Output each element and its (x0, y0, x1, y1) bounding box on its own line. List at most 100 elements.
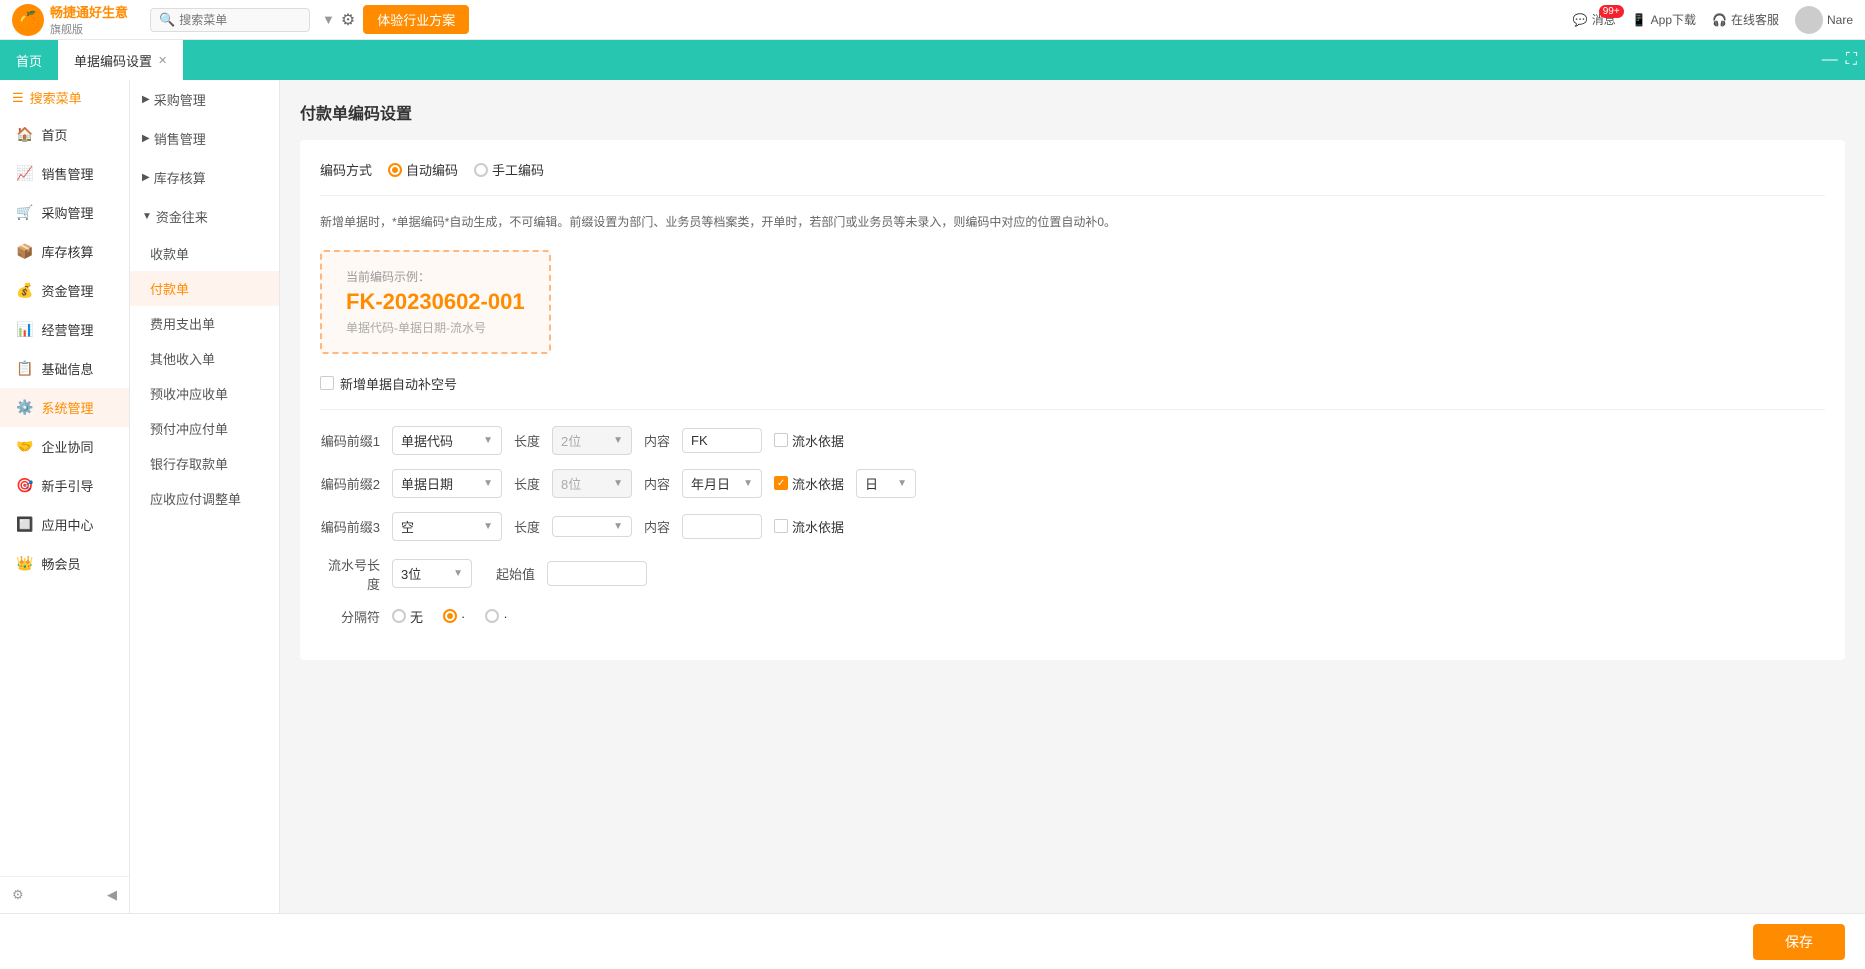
sidebar-item-home[interactable]: 🏠 首页 (0, 115, 129, 154)
sub-item-prepay-offset[interactable]: 预收冲应收单 (130, 376, 279, 411)
sub-sales-label: 销售管理 (154, 129, 206, 148)
sidebar-item-basic-info[interactable]: 📋 基础信息 (0, 349, 129, 388)
sidebar-item-enterprise[interactable]: 🤝 企业协同 (0, 427, 129, 466)
serial-length-select[interactable]: 3位 ▼ (392, 559, 472, 588)
sidebar-item-inventory[interactable]: 📦 库存核算 (0, 232, 129, 271)
topbar: 🍊 畅捷通好生意 旗舰版 🔍 ▼ ⚙ 体验行业方案 💬 消息 99+ 📱 App… (0, 0, 1865, 40)
prefix1-select[interactable]: 单据代码 ▼ (392, 426, 502, 455)
sidebar-search-label: 搜索菜单 (30, 88, 82, 107)
length1-select[interactable]: 2位 ▼ (552, 426, 632, 455)
content2-arrow: ▼ (743, 478, 753, 489)
content1-input[interactable] (682, 428, 762, 453)
sidebar-item-finance[interactable]: 💰 资金管理 (0, 271, 129, 310)
preview-code: FK-20230602-001 (346, 289, 525, 315)
sales-icon: 📈 (16, 165, 33, 182)
separator-row: 分隔符 无 · · (320, 607, 1825, 626)
sidebar-search[interactable]: ☰ 搜索菜单 (0, 80, 129, 115)
sidebar-item-operation[interactable]: 📊 经营管理 (0, 310, 129, 349)
length3-select[interactable]: ▼ (552, 516, 632, 537)
member-icon: 👑 (16, 555, 33, 572)
serial-start-input[interactable]: 1 (547, 561, 647, 586)
stream1-checkbox[interactable]: 流水依据 (774, 431, 844, 450)
sep-radio-dot[interactable]: · (443, 609, 465, 624)
sidebar-item-sales[interactable]: 📈 销售管理 (0, 154, 129, 193)
stream3-cb (774, 519, 788, 533)
sidebar-item-guide[interactable]: 🎯 新手引导 (0, 466, 129, 505)
tab-home[interactable]: 首页 (0, 40, 58, 80)
maximize-btn[interactable]: ⛶ (1846, 51, 1857, 69)
sub-item-payment[interactable]: 付款单 (130, 271, 279, 306)
content3-input[interactable] (682, 514, 762, 539)
prefix2-label: 编码前缀2 (320, 474, 380, 493)
sub-item-advance-offset[interactable]: 预付冲应付单 (130, 411, 279, 446)
save-button[interactable]: 保存 (1753, 924, 1845, 960)
avatar (1795, 6, 1823, 34)
sidebar-item-member[interactable]: 👑 畅会员 (0, 544, 129, 583)
prefix1-arrow: ▼ (483, 435, 493, 446)
prefix3-select[interactable]: 空 ▼ (392, 512, 502, 541)
encoding-method-row: 编码方式 自动编码 手工编码 (320, 160, 1825, 196)
collapse-icon[interactable]: ◀ (107, 887, 117, 903)
app-download-btn[interactable]: 📱 App下载 (1632, 11, 1696, 28)
auto-radio-dot (388, 163, 402, 177)
stream2-unit-select[interactable]: 日 ▼ (856, 469, 916, 498)
minimize-btn[interactable]: — (1822, 51, 1838, 69)
length1-value: 2位 (561, 431, 609, 450)
message-btn[interactable]: 💬 消息 99+ (1573, 11, 1616, 28)
sub-item-expense[interactable]: 费用支出单 (130, 306, 279, 341)
sep-radio-none[interactable]: 无 (392, 607, 423, 626)
sep-none-dot (392, 609, 406, 623)
stream3-checkbox[interactable]: 流水依据 (774, 517, 844, 536)
prefix-row-3: 编码前缀3 空 ▼ 长度 ▼ 内容 流水依据 (320, 512, 1825, 541)
sub-item-bank[interactable]: 银行存取款单 (130, 446, 279, 481)
auto-fill-checkbox[interactable] (320, 376, 334, 390)
sep-dot2-label: · (503, 609, 507, 624)
stream1-cb (774, 433, 788, 447)
stream2-cb: ✓ (774, 476, 788, 490)
prefix-row-1: 编码前缀1 单据代码 ▼ 长度 2位 ▼ 内容 流水依据 (320, 426, 1825, 455)
basic-info-icon: 📋 (16, 360, 33, 377)
search-input[interactable] (179, 13, 289, 27)
content2-select[interactable]: 年月日 ▼ (682, 469, 762, 498)
settings-icon[interactable]: ⚙ (341, 10, 355, 30)
search-box[interactable]: 🔍 (150, 8, 310, 32)
dropdown-arrow[interactable]: ▼ (322, 12, 335, 27)
sep-radio-dot2[interactable]: · (485, 609, 507, 624)
serial-row: 流水号长度 3位 ▼ 起始值 1 (320, 555, 1825, 593)
length3-arrow: ▼ (613, 521, 623, 532)
stream2-checkbox[interactable]: ✓ 流水依据 (774, 474, 844, 493)
sub-section-inventory: ▶ 库存核算 (130, 158, 279, 197)
app-download-label: App下载 (1651, 11, 1696, 28)
content3-label: 内容 (644, 517, 670, 536)
user-info[interactable]: Nare (1795, 6, 1853, 34)
manual-encoding-radio[interactable]: 手工编码 (474, 160, 544, 179)
tab-close-icon[interactable]: ✕ (158, 54, 167, 67)
sub-header-funds[interactable]: ▼ 资金往来 (130, 197, 279, 236)
sub-item-ar-ap-adjust[interactable]: 应收应付调整单 (130, 481, 279, 516)
sub-item-other-income[interactable]: 其他收入单 (130, 341, 279, 376)
sub-header-purchase[interactable]: ▶ 采购管理 (130, 80, 279, 119)
sub-item-receipt[interactable]: 收款单 (130, 236, 279, 271)
chevron-right-icon3: ▶ (142, 172, 150, 183)
sidebar-item-system[interactable]: ⚙️ 系统管理 (0, 388, 129, 427)
sub-header-inventory[interactable]: ▶ 库存核算 (130, 158, 279, 197)
experience-button[interactable]: 体验行业方案 (363, 5, 469, 34)
serial-length-label: 流水号长度 (320, 555, 380, 593)
auto-encoding-radio[interactable]: 自动编码 (388, 160, 458, 179)
home-icon: 🏠 (16, 126, 33, 143)
finance-icon: 💰 (16, 282, 33, 299)
operation-icon: 📊 (16, 321, 33, 338)
prefix2-select[interactable]: 单据日期 ▼ (392, 469, 502, 498)
sub-purchase-label: 采购管理 (154, 90, 206, 109)
content1-label: 内容 (644, 431, 670, 450)
prefix3-value: 空 (401, 517, 479, 536)
online-service-btn[interactable]: 🎧 在线客服 (1712, 11, 1779, 28)
length2-select[interactable]: 8位 ▼ (552, 469, 632, 498)
tab-encoding-settings[interactable]: 单据编码设置 ✕ (58, 40, 183, 80)
manual-encoding-label: 手工编码 (492, 160, 544, 179)
sidebar-item-purchase[interactable]: 🛒 采购管理 (0, 193, 129, 232)
sub-header-sales[interactable]: ▶ 销售管理 (130, 119, 279, 158)
sidebar-app-center-label: 应用中心 (41, 515, 93, 534)
sidebar-item-app-center[interactable]: 🔲 应用中心 (0, 505, 129, 544)
settings-footer-icon[interactable]: ⚙ (12, 887, 24, 903)
